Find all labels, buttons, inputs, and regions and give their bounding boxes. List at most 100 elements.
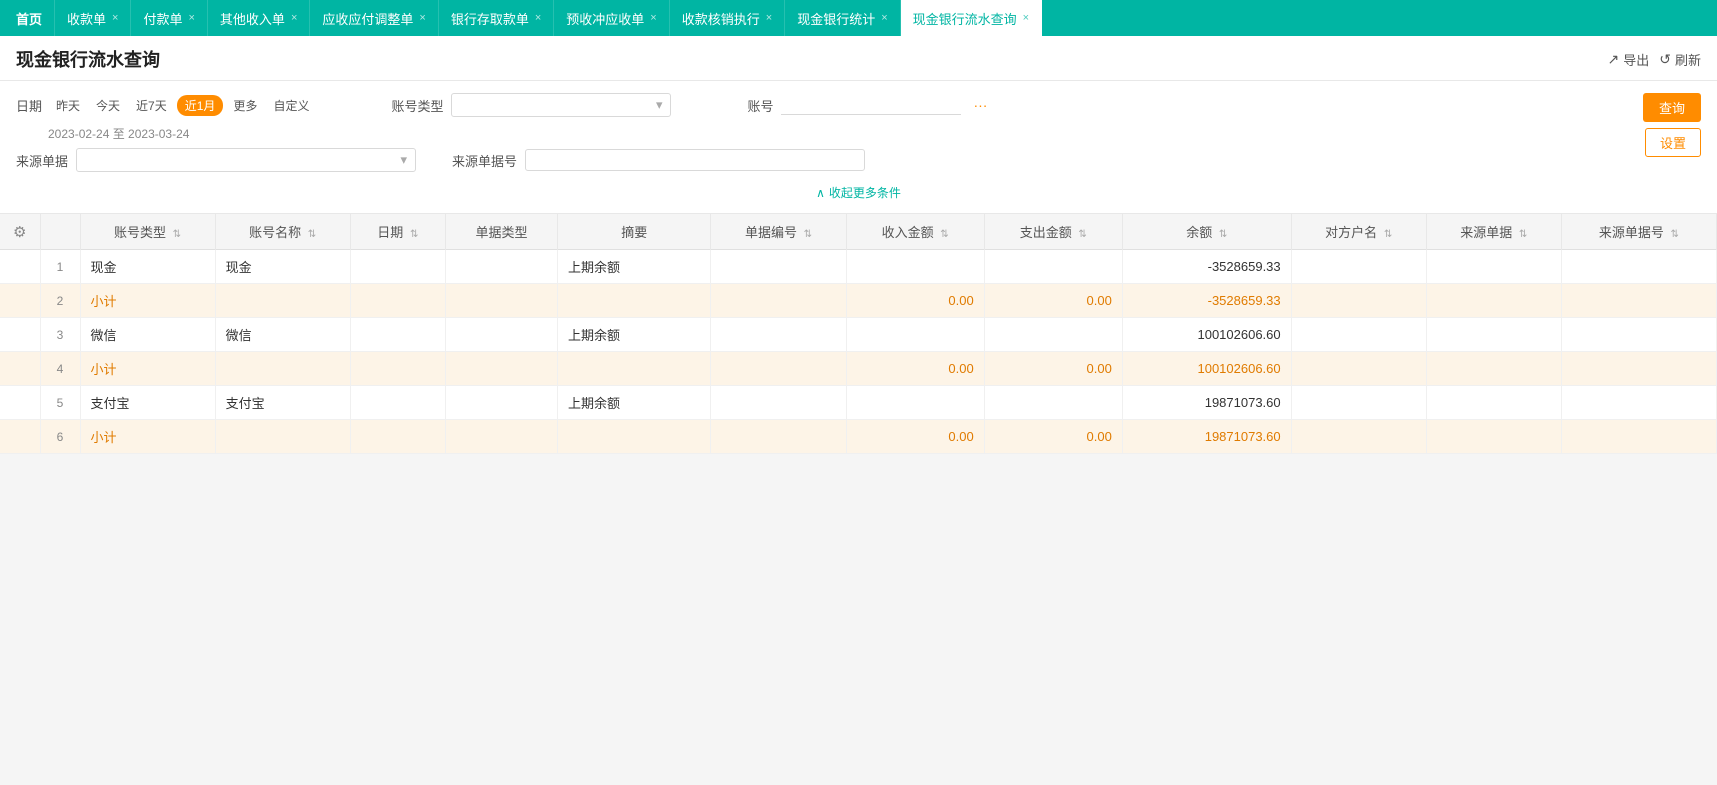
cell-source-doc-no [1561,318,1716,352]
close-payment-icon[interactable]: × [188,12,194,24]
nav-ar-adjust[interactable]: 应收应付调整单 × [310,0,438,36]
cell-balance: 100102606.60 [1122,352,1291,386]
cell-summary [557,352,710,386]
table-row[interactable]: 5支付宝支付宝上期余额19871073.60 [0,386,1717,420]
table-row[interactable]: 3微信微信上期余额100102606.60 [0,318,1717,352]
export-button[interactable]: ↗ 导出 [1608,50,1650,69]
col-account-type-label: 账号类型 [114,225,166,240]
account-type-group: 账号类型 ▾ [391,93,671,117]
col-source-doc-no-sort-icon: ⇅ [1671,229,1679,240]
cell-date [350,420,445,454]
cell-counterpart [1291,250,1426,284]
col-row-num [40,214,80,250]
query-button[interactable]: 查询 [1643,93,1701,122]
source-doc-select[interactable]: ▾ [76,148,416,172]
cell-counterpart [1291,318,1426,352]
col-date[interactable]: 日期 ⇅ [350,214,445,250]
col-expense-label: 支出金额 [1020,225,1072,240]
close-ar-adjust-icon[interactable]: × [419,12,425,24]
cell-source-doc [1426,284,1561,318]
account-type-label: 账号类型 [391,96,443,115]
cell-account-name: 现金 [215,250,350,284]
col-income-label: 收入金额 [882,225,934,240]
nav-bank-flow[interactable]: 现金银行流水查询 × [901,0,1042,36]
collapse-bar[interactable]: ∧ 收起更多条件 [16,180,1701,203]
cell-income: 0.00 [846,352,984,386]
col-date-sort-icon: ⇅ [410,229,418,240]
table-row[interactable]: 4小计0.000.00100102606.60 [0,352,1717,386]
col-doc-no[interactable]: 单据编号 ⇅ [711,214,846,250]
nav-advance-offset[interactable]: 预收冲应收单 × [554,0,669,36]
col-income[interactable]: 收入金额 ⇅ [846,214,984,250]
date-more[interactable]: 更多 [227,95,263,116]
cell-income [846,386,984,420]
close-other-income-icon[interactable]: × [291,12,297,24]
close-bank-stats-icon[interactable]: × [881,12,887,24]
col-source-doc-no[interactable]: 来源单据号 ⇅ [1561,214,1716,250]
close-write-off-icon[interactable]: × [766,12,772,24]
cell-account-name [215,284,350,318]
cell-summary [557,420,710,454]
settings-button[interactable]: 设置 [1645,128,1701,157]
date-filter-group: 日期 昨天 今天 近7天 近1月 更多 自定义 [16,95,315,116]
col-account-name-label: 账号名称 [249,225,301,240]
nav-bank-stats[interactable]: 现金银行统计 × [785,0,900,36]
table-settings-icon[interactable]: ⚙ [13,224,26,241]
date-1month[interactable]: 近1月 [177,95,224,116]
nav-payment[interactable]: 付款单 × [131,0,207,36]
col-doc-no-label: 单据编号 [745,225,797,240]
cell-source-doc [1426,250,1561,284]
col-settings[interactable]: ⚙ [0,214,40,250]
close-bank-deposit-icon[interactable]: × [535,12,541,24]
source-doc-no-group: 来源单据号 [452,149,865,171]
date-today[interactable]: 今天 [90,95,126,116]
cell-doc-no [711,352,846,386]
cell-expense: 0.00 [984,284,1122,318]
source-doc-no-input[interactable] [525,149,865,171]
nav-write-off[interactable]: 收款核销执行 × [670,0,785,36]
header-actions: ↗ 导出 ↺ 刷新 [1608,50,1702,69]
cell-balance: -3528659.33 [1122,284,1291,318]
cell-row-num: 1 [40,250,80,284]
col-source-doc[interactable]: 来源单据 ⇅ [1426,214,1561,250]
col-account-type[interactable]: 账号类型 ⇅ [80,214,215,250]
cell-date [350,352,445,386]
close-receipt-icon[interactable]: × [112,12,118,24]
col-account-name[interactable]: 账号名称 ⇅ [215,214,350,250]
cell-source-doc-no [1561,284,1716,318]
col-counterpart[interactable]: 对方户名 ⇅ [1291,214,1426,250]
close-advance-offset-icon[interactable]: × [650,12,656,24]
cell-source-doc-no [1561,420,1716,454]
nav-other-income[interactable]: 其他收入单 × [208,0,310,36]
cell-account-type: 小计 [80,420,215,454]
cell-doc-type [445,386,557,420]
cell-doc-type [445,284,557,318]
cell-settings [0,386,40,420]
col-balance-label: 余额 [1186,225,1212,240]
table-row[interactable]: 2小计0.000.00-3528659.33 [0,284,1717,318]
table-row[interactable]: 6小计0.000.0019871073.60 [0,420,1717,454]
source-doc-no-label: 来源单据号 [452,151,517,170]
date-yesterday[interactable]: 昨天 [50,95,86,116]
nav-bank-deposit[interactable]: 银行存取款单 × [439,0,554,36]
collapse-label: 收起更多条件 [829,184,901,201]
nav-receipt[interactable]: 收款单 × [55,0,131,36]
col-account-name-sort-icon: ⇅ [308,229,316,240]
col-expense[interactable]: 支出金额 ⇅ [984,214,1122,250]
table-row[interactable]: 1现金现金上期余额-3528659.33 [0,250,1717,284]
cell-expense [984,386,1122,420]
cell-account-name [215,352,350,386]
col-summary-label: 摘要 [621,225,647,240]
account-type-select[interactable]: ▾ [451,93,671,117]
col-balance[interactable]: 余额 ⇅ [1122,214,1291,250]
nav-home[interactable]: 首页 [4,0,55,36]
close-bank-flow-icon[interactable]: × [1023,12,1029,24]
account-no-ellipsis[interactable]: ··· [969,97,991,113]
account-no-input[interactable] [781,96,961,115]
refresh-button[interactable]: ↺ 刷新 [1659,50,1701,69]
cell-expense: 0.00 [984,420,1122,454]
date-7days[interactable]: 近7天 [130,95,173,116]
cell-balance: 19871073.60 [1122,386,1291,420]
date-custom[interactable]: 自定义 [267,95,315,116]
cell-summary [557,284,710,318]
